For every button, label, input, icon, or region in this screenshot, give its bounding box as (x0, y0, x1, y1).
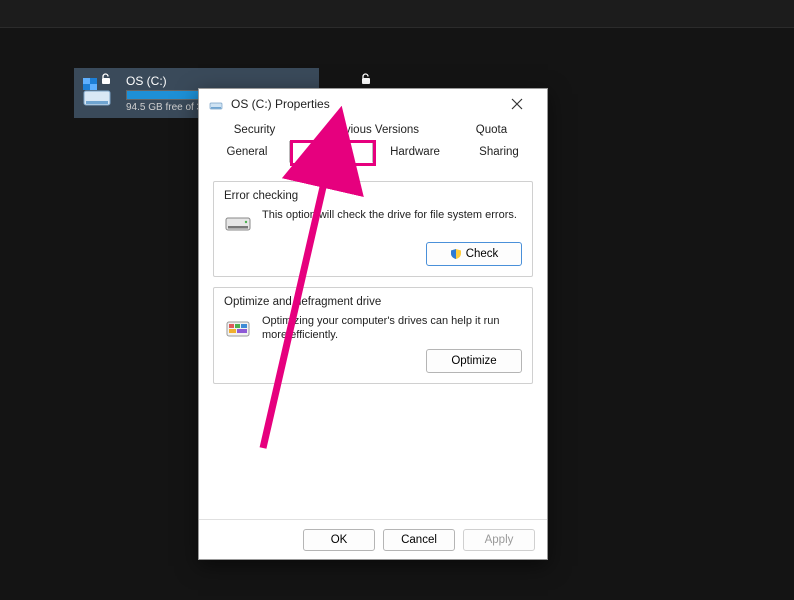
tab-label: Tools (318, 146, 345, 158)
tab-hardware[interactable]: Hardware (373, 141, 457, 163)
explorer-topbar (0, 0, 794, 28)
properties-dialog: OS (C:) Properties Security Previous Ver… (198, 88, 548, 560)
button-label: Optimize (451, 355, 496, 367)
tab-panel-tools: Error checking This option will check th… (199, 163, 547, 519)
tab-sharing[interactable]: Sharing (457, 141, 541, 163)
uac-shield-icon (450, 248, 462, 260)
group-title: Error checking (224, 190, 522, 202)
ok-button[interactable]: OK (303, 529, 375, 551)
group-title: Optimize and defragment drive (224, 296, 522, 308)
unlock-icon (100, 73, 112, 88)
apply-button[interactable]: Apply (463, 529, 535, 551)
button-label: Check (466, 248, 499, 260)
error-checking-group: Error checking This option will check th… (213, 181, 533, 277)
drive-name: OS (C:) (126, 74, 311, 88)
dialog-footer: OK Cancel Apply (199, 519, 547, 559)
drive-icon (82, 75, 118, 111)
tab-quota[interactable]: Quota (442, 119, 541, 141)
tab-tools[interactable]: Tools (289, 141, 373, 163)
drive-icon (209, 97, 223, 111)
optimize-group: Optimize and defragment drive Optimizing… (213, 287, 533, 384)
cancel-button[interactable]: Cancel (383, 529, 455, 551)
close-button[interactable] (497, 90, 537, 118)
defrag-icon (224, 314, 252, 342)
dialog-titlebar[interactable]: OS (C:) Properties (199, 89, 547, 119)
close-icon (511, 98, 523, 110)
tab-general[interactable]: General (205, 141, 289, 163)
group-description: Optimizing your computer's drives can he… (262, 314, 522, 343)
tab-strip: Security Previous Versions Quota General… (199, 119, 547, 163)
group-description: This option will check the drive for fil… (262, 208, 517, 222)
check-button[interactable]: Check (426, 242, 522, 266)
tab-previous-versions[interactable]: Previous Versions (304, 119, 442, 141)
unlock-icon (360, 73, 372, 88)
tab-security[interactable]: Security (205, 119, 304, 141)
disk-check-icon (224, 208, 252, 236)
dialog-title: OS (C:) Properties (231, 97, 489, 111)
optimize-button[interactable]: Optimize (426, 349, 522, 373)
